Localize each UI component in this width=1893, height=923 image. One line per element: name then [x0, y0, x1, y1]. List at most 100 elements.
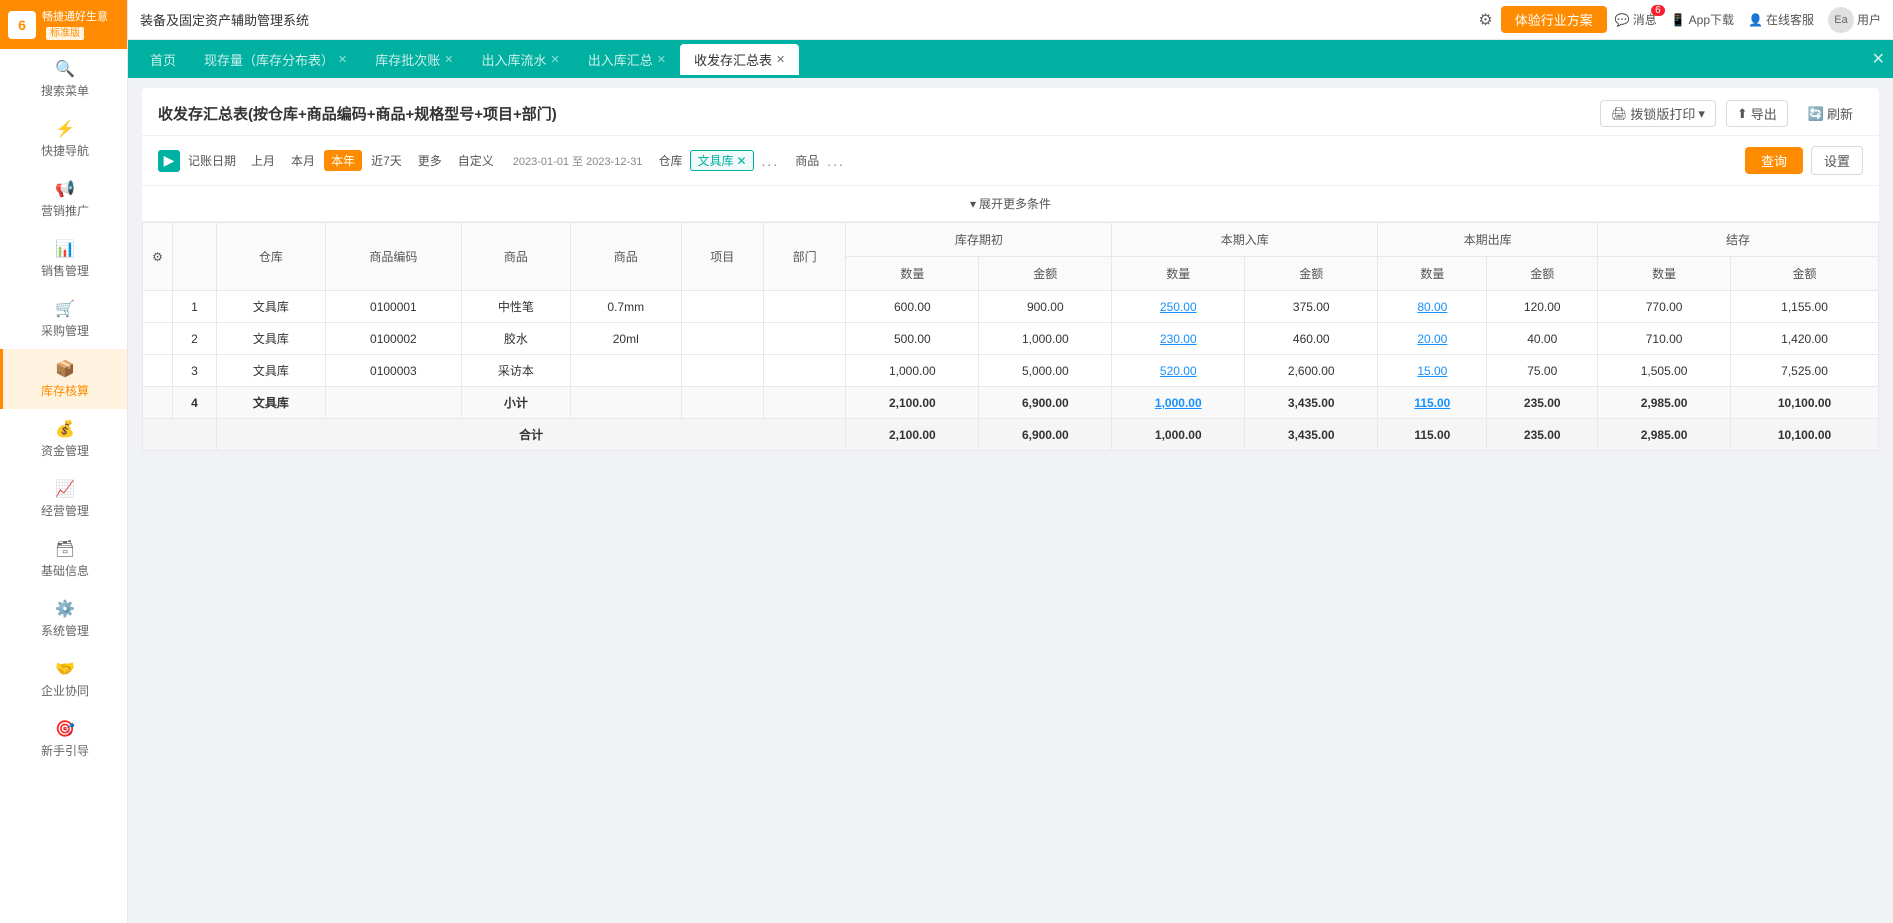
table-row: 3 文具库 0100003 采访本 1,000.00 5,000.00 520.…: [143, 355, 1879, 387]
user-button[interactable]: Ea 用户: [1828, 7, 1881, 33]
row-no: 1: [173, 291, 217, 323]
row-settings: [143, 355, 173, 387]
footer-out-amt: 235.00: [1487, 419, 1598, 451]
refresh-button[interactable]: 🔄 刷新: [1798, 101, 1863, 126]
row-settings: [143, 323, 173, 355]
row-out-qty[interactable]: 20.00: [1378, 323, 1487, 355]
out-qty-link[interactable]: 20.00: [1417, 332, 1447, 346]
date-tab-本年[interactable]: 本年: [324, 150, 362, 171]
sidebar-item-采购管理[interactable]: 🛒 采购管理: [0, 289, 127, 349]
settings-icon[interactable]: ⚙: [1478, 10, 1492, 30]
close-all-tabs-button[interactable]: ✕: [1872, 49, 1885, 69]
row-in-qty[interactable]: 230.00: [1112, 323, 1245, 355]
tab-close-btn[interactable]: ✕: [338, 53, 347, 66]
footer-init-amt: 6,900.00: [979, 419, 1112, 451]
tab-出入库汇总[interactable]: 出入库汇总 ✕: [574, 44, 680, 75]
th-settings: ⚙: [143, 223, 173, 291]
sidebar-item-营销推广[interactable]: 📢营销推广: [0, 169, 127, 229]
tab-label: 出入库汇总: [588, 50, 653, 69]
th-spec: 商品: [570, 223, 681, 291]
warehouse-label: 仓库: [658, 152, 682, 169]
date-tab-本月[interactable]: 本月: [284, 150, 322, 171]
goods-more-btn[interactable]: ...: [827, 153, 845, 169]
sidebar-item-快捷导航[interactable]: ⚡快捷导航: [0, 109, 127, 169]
footer-bal-amt: 10,100.00: [1731, 419, 1879, 451]
out-qty-link[interactable]: 15.00: [1417, 364, 1447, 378]
in-qty-link[interactable]: 230.00: [1160, 332, 1197, 346]
row-code: 0100001: [325, 291, 461, 323]
expand-button[interactable]: ▾ 展开更多条件: [962, 192, 1059, 215]
sidebar-item-搜索菜单[interactable]: 🔍搜索菜单: [0, 49, 127, 109]
row-in-qty[interactable]: 1,000.00: [1112, 387, 1245, 419]
online-service-button[interactable]: 👤 在线客服: [1748, 11, 1814, 28]
row-out-qty[interactable]: 15.00: [1378, 355, 1487, 387]
row-in-qty[interactable]: 520.00: [1112, 355, 1245, 387]
setting-button[interactable]: 设置: [1811, 146, 1863, 175]
row-bal-qty: 770.00: [1598, 291, 1731, 323]
in-qty-link[interactable]: 1,000.00: [1155, 396, 1202, 410]
th-bal: 结存: [1598, 223, 1879, 257]
date-tab-上月[interactable]: 上月: [244, 150, 282, 171]
tab-close-btn[interactable]: ✕: [776, 53, 785, 66]
sidebar-item-资金管理[interactable]: 💰资金管理: [0, 409, 127, 469]
tab-库存批次账[interactable]: 库存批次账✕: [361, 44, 467, 75]
tab-现存量（库存分布表）[interactable]: 现存量（库存分布表）✕: [190, 44, 361, 75]
sidebar-item-企业协同[interactable]: 🤝企业协同: [0, 649, 127, 709]
sidebar-item-库存核算[interactable]: 📦库存核算: [0, 349, 127, 409]
tab-close-btn[interactable]: ✕: [444, 53, 453, 66]
th-init: 库存期初: [846, 223, 1112, 257]
warehouse-tag-remove[interactable]: ✕: [736, 154, 746, 168]
sidebar-item-基础信息[interactable]: 🗃基础信息: [0, 529, 127, 589]
user-label: 用户: [1857, 11, 1881, 28]
row-warehouse: 文具库: [216, 291, 325, 323]
row-code: 0100003: [325, 355, 461, 387]
row-in-qty[interactable]: 250.00: [1112, 291, 1245, 323]
sidebar-item-销售管理[interactable]: 📊销售管理: [0, 229, 127, 289]
tab-收发存汇总表[interactable]: 收发存汇总表✕: [680, 44, 799, 75]
export-button[interactable]: ⬆ 导出: [1726, 100, 1788, 127]
in-qty-link[interactable]: 250.00: [1160, 300, 1197, 314]
row-in-amt: 460.00: [1245, 323, 1378, 355]
tab-首页[interactable]: 首页: [136, 44, 190, 75]
row-no: 2: [173, 323, 217, 355]
sidebar-item-新手引导[interactable]: 🎯新手引导: [0, 709, 127, 769]
sidebar-item-label: 营销推广: [41, 202, 89, 219]
print-button[interactable]: 🖨 拨锁版打印 ▾: [1600, 100, 1716, 127]
sidebar-item-label: 采购管理: [41, 322, 89, 339]
tab-close-btn[interactable]: ✕: [657, 53, 666, 66]
th-warehouse: 仓库: [216, 223, 325, 291]
table-container: ⚙ 仓库 商品编码 商品 商品 项目 部门 库存期初 本期入库 本期出库 结存: [142, 222, 1879, 451]
logo-text: 畅捷通好生意: [42, 10, 108, 24]
date-tab-更多[interactable]: 更多: [411, 150, 449, 171]
query-button[interactable]: 查询: [1745, 147, 1803, 174]
row-out-qty[interactable]: 80.00: [1378, 291, 1487, 323]
date-tab-近7天[interactable]: 近7天: [364, 150, 409, 171]
sidebar-icon: 💰: [55, 419, 75, 439]
sidebar-item-经营管理[interactable]: 📈经营管理: [0, 469, 127, 529]
tab-close-btn[interactable]: ✕: [551, 53, 560, 66]
out-qty-link[interactable]: 80.00: [1417, 300, 1447, 314]
tab-出入库流水[interactable]: 出入库流水✕: [467, 44, 573, 75]
row-out-qty[interactable]: 115.00: [1378, 387, 1487, 419]
sidebar-item-label: 基础信息: [41, 562, 89, 579]
sidebar-item-系统管理[interactable]: ⚙️系统管理: [0, 589, 127, 649]
filter-bar: ▶ 记账日期 上月本月本年近7天更多自定义 2023-01-01 至 2023-…: [142, 136, 1879, 186]
sidebar-icon: 🛒: [55, 299, 75, 319]
filter-toggle-button[interactable]: ▶: [158, 150, 180, 172]
message-button[interactable]: 💬 消息 6: [1615, 11, 1657, 28]
row-code: [325, 387, 461, 419]
warehouse-more-btn[interactable]: ...: [762, 153, 780, 169]
app-download-button[interactable]: 📱 App下载: [1671, 11, 1734, 28]
row-name: 胶水: [461, 323, 570, 355]
footer-in-amt: 3,435.00: [1245, 419, 1378, 451]
out-qty-link[interactable]: 115.00: [1414, 396, 1450, 410]
date-range: 2023-01-01 至 2023-12-31: [513, 153, 643, 169]
in-qty-link[interactable]: 520.00: [1160, 364, 1197, 378]
date-tab-自定义[interactable]: 自定义: [451, 150, 501, 171]
th-code: 商品编码: [325, 223, 461, 291]
trial-button[interactable]: 体验行业方案: [1501, 6, 1607, 33]
row-in-amt: 3,435.00: [1245, 387, 1378, 419]
print-label: 拨锁版打印: [1630, 104, 1695, 123]
table-row: 1 文具库 0100001 中性笔 0.7mm 600.00 900.00 25…: [143, 291, 1879, 323]
message-badge: 6: [1651, 5, 1665, 16]
